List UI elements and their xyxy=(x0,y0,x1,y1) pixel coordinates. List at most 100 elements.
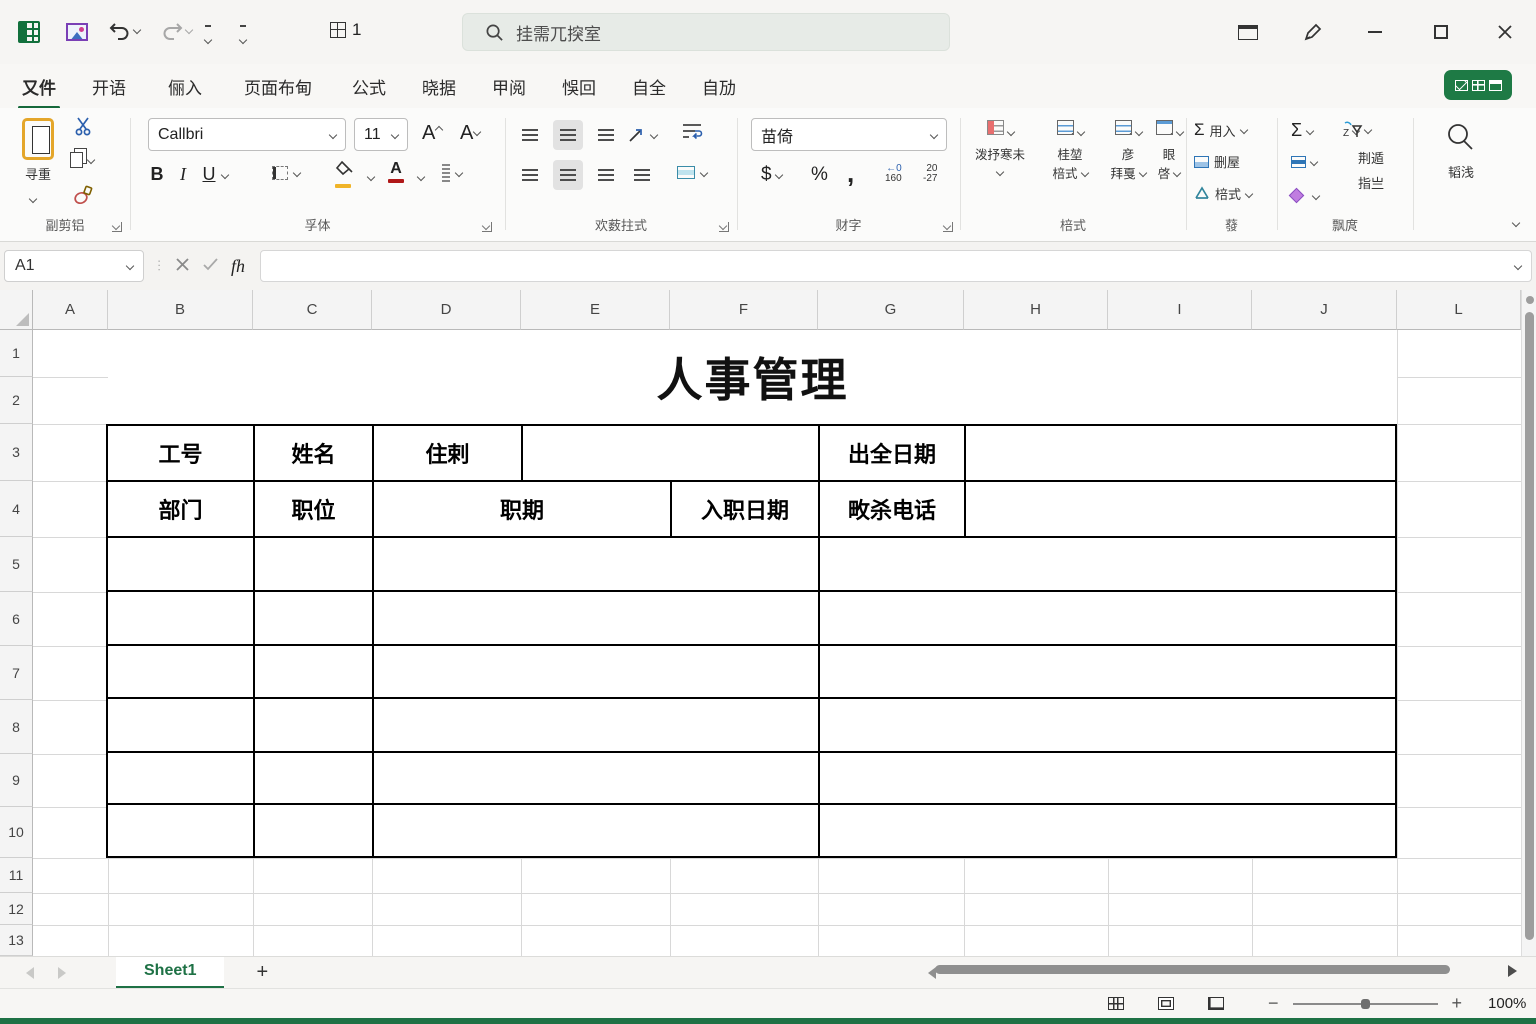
normal-view-button[interactable] xyxy=(1108,997,1124,1010)
col-header-G[interactable]: G xyxy=(818,290,964,330)
percent-format-button[interactable]: % xyxy=(811,164,828,186)
row-header-5[interactable]: 5 xyxy=(0,537,33,592)
table-cell[interactable]: 入职日期 xyxy=(672,482,820,536)
zoom-level[interactable]: 100% xyxy=(1488,995,1526,1012)
paste-dropdown[interactable] xyxy=(28,190,38,205)
fill-button[interactable] xyxy=(1291,156,1319,168)
tab-review[interactable]: 甲阅 xyxy=(478,66,540,107)
align-right-button[interactable] xyxy=(591,160,621,190)
table-cell[interactable]: 姓名 xyxy=(255,426,374,481)
col-header-I[interactable]: I xyxy=(1108,290,1252,330)
table-cell[interactable] xyxy=(108,699,255,751)
formula-expand-chevron[interactable] xyxy=(1513,261,1523,271)
scroll-up-button[interactable] xyxy=(1525,296,1534,304)
close-button[interactable] xyxy=(1482,12,1528,52)
vertical-scrollbar[interactable] xyxy=(1521,290,1536,956)
table-cell[interactable] xyxy=(255,699,374,751)
col-header-A[interactable]: A xyxy=(33,290,108,330)
table-cell[interactable] xyxy=(108,752,255,804)
tab-insert[interactable]: 俪入 xyxy=(154,66,216,107)
format-painter-button[interactable] xyxy=(72,184,94,206)
table-cell[interactable] xyxy=(108,805,255,856)
row-header-7[interactable]: 7 xyxy=(0,646,33,700)
col-header-D[interactable]: D xyxy=(372,290,521,330)
table-cell[interactable] xyxy=(374,645,820,698)
table-cell[interactable] xyxy=(108,645,255,698)
row-header-1[interactable]: 1 xyxy=(0,330,33,377)
table-cell[interactable] xyxy=(374,592,820,644)
underline-button[interactable]: U xyxy=(196,164,222,185)
row-header-4[interactable]: 4 xyxy=(0,481,33,537)
merge-center-button[interactable] xyxy=(677,166,709,179)
autosum-button[interactable]: Σ xyxy=(1291,120,1315,141)
row-header-3[interactable]: 3 xyxy=(0,424,33,481)
sheet-tab-sheet1[interactable]: Sheet1 xyxy=(116,956,225,989)
find-select-button[interactable] xyxy=(1443,120,1477,154)
col-header-J[interactable]: J xyxy=(1252,290,1397,330)
table-cell[interactable]: 职位 xyxy=(255,482,374,536)
col-header-H[interactable]: H xyxy=(964,290,1108,330)
table-cell[interactable] xyxy=(820,753,1395,804)
tab-file[interactable]: 又件 xyxy=(8,66,70,109)
comma-format-button[interactable]: , xyxy=(847,158,854,189)
font-name-combo[interactable]: Callbri xyxy=(148,118,346,151)
table-cell[interactable] xyxy=(820,538,1395,591)
zoom-slider[interactable] xyxy=(1292,998,1438,1009)
increase-decimal-button[interactable]: ←0 160 xyxy=(885,164,902,184)
orientation-button[interactable] xyxy=(627,126,659,144)
font-dialog-launcher[interactable] xyxy=(482,222,492,232)
format-cells-button[interactable]: 棓式 xyxy=(1194,184,1254,203)
hscroll-right-arrow[interactable] xyxy=(1508,965,1517,977)
insert-cells-button[interactable]: Σ 用入 xyxy=(1194,120,1248,140)
fill-color-dropdown[interactable] xyxy=(366,172,376,182)
decrease-font-button[interactable]: A xyxy=(460,122,482,145)
table-cell[interactable] xyxy=(374,699,820,751)
fill-color-button[interactable] xyxy=(335,160,355,191)
ribbon-display-options-button[interactable] xyxy=(1225,12,1271,52)
phonetic-button[interactable] xyxy=(442,164,464,182)
borders-button[interactable] xyxy=(272,166,302,180)
number-dialog-launcher[interactable] xyxy=(943,222,953,232)
name-box[interactable]: A1 xyxy=(4,250,144,282)
share-button[interactable] xyxy=(1444,70,1512,100)
col-header-L[interactable]: L xyxy=(1397,290,1521,330)
redo-button[interactable] xyxy=(160,18,194,42)
maximize-button[interactable] xyxy=(1418,12,1464,52)
row-header-6[interactable]: 6 xyxy=(0,592,33,646)
table-cell[interactable]: 出全日期 xyxy=(820,426,966,481)
next-sheet-button[interactable] xyxy=(58,966,66,979)
cut-button[interactable] xyxy=(74,116,92,136)
confirm-entry-button[interactable] xyxy=(196,257,224,275)
align-bottom-button[interactable] xyxy=(591,120,621,150)
sort-filter-button[interactable]: Z xyxy=(1341,120,1373,140)
search-box[interactable]: 挂需兀揬室 xyxy=(462,13,950,51)
insert-function-button[interactable]: fh xyxy=(224,256,252,277)
table-cell[interactable] xyxy=(966,482,1395,535)
table-cell[interactable] xyxy=(255,592,374,644)
table-cell[interactable] xyxy=(820,805,1395,856)
table-cell[interactable] xyxy=(255,645,374,698)
col-header-F[interactable]: F xyxy=(670,290,818,330)
table-cell[interactable] xyxy=(255,752,374,804)
tab-home[interactable]: 开语 xyxy=(78,66,140,107)
row-header-9[interactable]: 9 xyxy=(0,754,33,807)
image-mode-icon[interactable] xyxy=(66,23,88,41)
row-header-12[interactable]: 12 xyxy=(0,893,33,925)
italic-button[interactable]: I xyxy=(170,164,196,185)
delete-cells-button[interactable]: 删屋 xyxy=(1194,152,1240,171)
col-header-E[interactable]: E xyxy=(521,290,670,330)
decrease-decimal-button[interactable]: 20 -27 xyxy=(923,164,937,184)
table-cell[interactable] xyxy=(108,537,255,591)
cancel-entry-button[interactable] xyxy=(168,257,196,275)
wrap-text-button[interactable] xyxy=(681,122,703,140)
zoom-out-button[interactable]: − xyxy=(1268,993,1279,1014)
underline-dropdown[interactable] xyxy=(220,170,230,179)
row-header-8[interactable]: 8 xyxy=(0,700,33,754)
table-cell[interactable]: 工号 xyxy=(108,426,255,481)
paste-button[interactable] xyxy=(22,118,54,160)
font-size-combo[interactable]: 11 xyxy=(354,118,408,151)
table-cell[interactable] xyxy=(523,426,820,481)
col-header-C[interactable]: C xyxy=(253,290,372,330)
zoom-slider-handle[interactable] xyxy=(1360,998,1370,1009)
table-cell[interactable] xyxy=(374,537,820,591)
